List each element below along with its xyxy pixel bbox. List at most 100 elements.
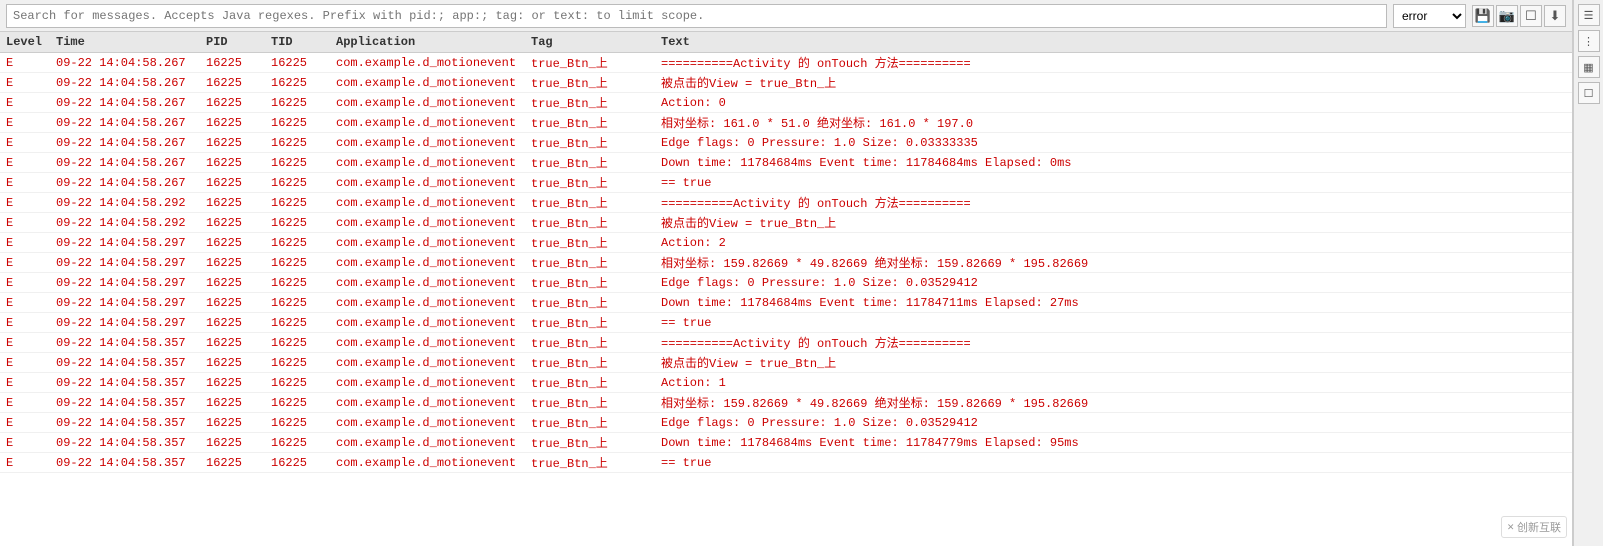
cell-tag: true_Btn_上 <box>525 133 655 152</box>
table-row[interactable]: E 09-22 14:04:58.267 16225 16225 com.exa… <box>0 173 1572 193</box>
screenshot-button[interactable]: 📷 <box>1496 5 1518 27</box>
cell-tag: true_Btn_上 <box>525 93 655 112</box>
cell-tid: 16225 <box>265 455 330 471</box>
table-row[interactable]: E 09-22 14:04:58.357 16225 16225 com.exa… <box>0 433 1572 453</box>
cell-pid: 16225 <box>200 175 265 191</box>
scroll-down-button[interactable]: ⬇ <box>1544 5 1566 27</box>
cell-level: E <box>0 195 50 211</box>
sidebar-btn-2[interactable]: ⋮ <box>1578 30 1600 52</box>
cell-pid: 16225 <box>200 235 265 251</box>
sidebar-right: ☰ ⋮ ▦ ☐ <box>1573 0 1603 546</box>
cell-pid: 16225 <box>200 215 265 231</box>
cell-level: E <box>0 355 50 371</box>
cell-pid: 16225 <box>200 395 265 411</box>
cell-pid: 16225 <box>200 315 265 331</box>
toggle-button[interactable]: ☐ <box>1520 5 1542 27</box>
table-row[interactable]: E 09-22 14:04:58.297 16225 16225 com.exa… <box>0 233 1572 253</box>
cell-app: com.example.d_motionevent <box>330 215 525 231</box>
cell-level: E <box>0 275 50 291</box>
cell-level: E <box>0 375 50 391</box>
table-row[interactable]: E 09-22 14:04:58.357 16225 16225 com.exa… <box>0 393 1572 413</box>
cell-app: com.example.d_motionevent <box>330 195 525 211</box>
cell-tag: true_Btn_上 <box>525 253 655 272</box>
cell-app: com.example.d_motionevent <box>330 55 525 71</box>
cell-text: Action: 2 <box>655 235 1572 251</box>
cell-app: com.example.d_motionevent <box>330 395 525 411</box>
table-row[interactable]: E 09-22 14:04:58.267 16225 16225 com.exa… <box>0 133 1572 153</box>
cell-tid: 16225 <box>265 355 330 371</box>
cell-app: com.example.d_motionevent <box>330 115 525 131</box>
cell-tag: true_Btn_上 <box>525 293 655 312</box>
cell-app: com.example.d_motionevent <box>330 255 525 271</box>
cell-level: E <box>0 175 50 191</box>
cell-level: E <box>0 75 50 91</box>
cell-app: com.example.d_motionevent <box>330 175 525 191</box>
cell-level: E <box>0 315 50 331</box>
watermark-icon: ✕ <box>1507 520 1514 534</box>
cell-text: == true <box>655 315 1572 331</box>
cell-time: 09-22 14:04:58.297 <box>50 235 200 251</box>
table-row[interactable]: E 09-22 14:04:58.267 16225 16225 com.exa… <box>0 73 1572 93</box>
table-row[interactable]: E 09-22 14:04:58.357 16225 16225 com.exa… <box>0 353 1572 373</box>
table-row[interactable]: E 09-22 14:04:58.297 16225 16225 com.exa… <box>0 253 1572 273</box>
table-row[interactable]: E 09-22 14:04:58.297 16225 16225 com.exa… <box>0 313 1572 333</box>
cell-tid: 16225 <box>265 295 330 311</box>
cell-pid: 16225 <box>200 115 265 131</box>
table-row[interactable]: E 09-22 14:04:58.267 16225 16225 com.exa… <box>0 153 1572 173</box>
cell-level: E <box>0 155 50 171</box>
cell-app: com.example.d_motionevent <box>330 295 525 311</box>
cell-tid: 16225 <box>265 75 330 91</box>
save-button[interactable]: 💾 <box>1472 5 1494 27</box>
cell-tid: 16225 <box>265 55 330 71</box>
cell-text: Edge flags: 0 Pressure: 1.0 Size: 0.0352… <box>655 275 1572 291</box>
table-row[interactable]: E 09-22 14:04:58.357 16225 16225 com.exa… <box>0 413 1572 433</box>
cell-time: 09-22 14:04:58.357 <box>50 375 200 391</box>
cell-time: 09-22 14:04:58.297 <box>50 315 200 331</box>
cell-app: com.example.d_motionevent <box>330 375 525 391</box>
cell-time: 09-22 14:04:58.292 <box>50 215 200 231</box>
log-rows[interactable]: E 09-22 14:04:58.267 16225 16225 com.exa… <box>0 53 1572 546</box>
table-row[interactable]: E 09-22 14:04:58.267 16225 16225 com.exa… <box>0 93 1572 113</box>
sidebar-btn-3[interactable]: ▦ <box>1578 56 1600 78</box>
table-row[interactable]: E 09-22 14:04:58.357 16225 16225 com.exa… <box>0 453 1572 473</box>
cell-tid: 16225 <box>265 395 330 411</box>
sidebar-btn-1[interactable]: ☰ <box>1578 4 1600 26</box>
table-row[interactable]: E 09-22 14:04:58.297 16225 16225 com.exa… <box>0 293 1572 313</box>
cell-text: Down time: 11784684ms Event time: 117846… <box>655 155 1572 171</box>
cell-app: com.example.d_motionevent <box>330 95 525 111</box>
col-pid: PID <box>200 35 265 49</box>
cell-text: 被点击的View = true_Btn_上 <box>655 353 1572 372</box>
table-row[interactable]: E 09-22 14:04:58.292 16225 16225 com.exa… <box>0 213 1572 233</box>
table-row[interactable]: E 09-22 14:04:58.267 16225 16225 com.exa… <box>0 113 1572 133</box>
cell-tag: true_Btn_上 <box>525 113 655 132</box>
cell-text: 相对坐标: 159.82669 * 49.82669 绝对坐标: 159.826… <box>655 393 1572 412</box>
search-input[interactable] <box>6 4 1387 28</box>
level-dropdown[interactable]: error warn info debug verbose <box>1393 4 1466 28</box>
cell-time: 09-22 14:04:58.267 <box>50 55 200 71</box>
cell-app: com.example.d_motionevent <box>330 435 525 451</box>
sidebar-btn-4[interactable]: ☐ <box>1578 82 1600 104</box>
table-row[interactable]: E 09-22 14:04:58.297 16225 16225 com.exa… <box>0 273 1572 293</box>
cell-pid: 16225 <box>200 135 265 151</box>
cell-text: 被点击的View = true_Btn_上 <box>655 213 1572 232</box>
table-row[interactable]: E 09-22 14:04:58.357 16225 16225 com.exa… <box>0 373 1572 393</box>
cell-time: 09-22 14:04:58.357 <box>50 355 200 371</box>
table-row[interactable]: E 09-22 14:04:58.267 16225 16225 com.exa… <box>0 53 1572 73</box>
cell-tid: 16225 <box>265 415 330 431</box>
cell-time: 09-22 14:04:58.292 <box>50 195 200 211</box>
cell-tag: true_Btn_上 <box>525 433 655 452</box>
table-row[interactable]: E 09-22 14:04:58.357 16225 16225 com.exa… <box>0 333 1572 353</box>
cell-text: ==========Activity 的 onTouch 方法=========… <box>655 53 1572 72</box>
cell-app: com.example.d_motionevent <box>330 75 525 91</box>
cell-app: com.example.d_motionevent <box>330 355 525 371</box>
table-header: Level Time PID TID Application Tag Text <box>0 32 1572 53</box>
cell-time: 09-22 14:04:58.357 <box>50 435 200 451</box>
cell-tid: 16225 <box>265 275 330 291</box>
table-row[interactable]: E 09-22 14:04:58.292 16225 16225 com.exa… <box>0 193 1572 213</box>
cell-text: 被点击的View = true_Btn_上 <box>655 73 1572 92</box>
cell-tag: true_Btn_上 <box>525 193 655 212</box>
cell-pid: 16225 <box>200 55 265 71</box>
cell-level: E <box>0 215 50 231</box>
cell-tag: true_Btn_上 <box>525 453 655 472</box>
cell-text: Action: 1 <box>655 375 1572 391</box>
